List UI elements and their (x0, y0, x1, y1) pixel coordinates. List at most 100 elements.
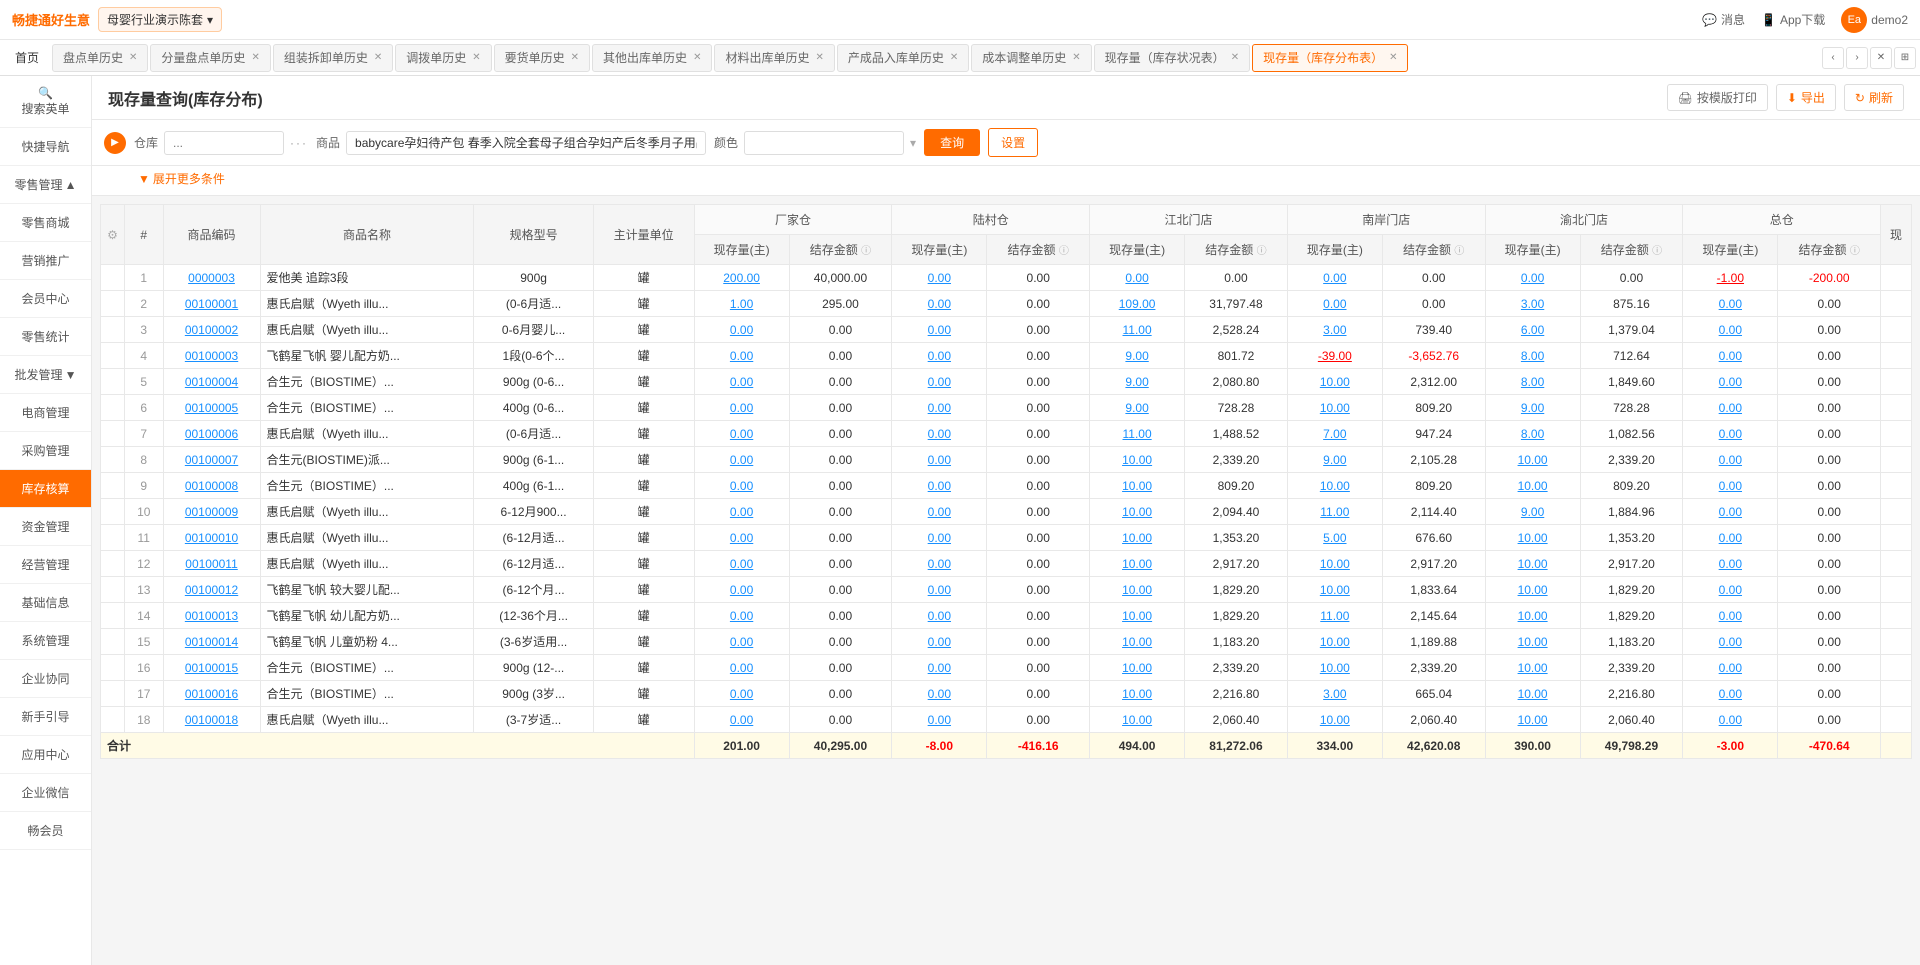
td-yb-qty[interactable]: 10.00 (1485, 447, 1580, 473)
td-na-qty[interactable]: 10.00 (1287, 655, 1382, 681)
td-total-qty[interactable]: 0.00 (1683, 603, 1778, 629)
sidebar-item-operations[interactable]: 经营管理 (0, 546, 91, 584)
message-btn[interactable]: 💬 消息 (1702, 11, 1745, 28)
td-total-qty[interactable]: -1.00 (1683, 265, 1778, 291)
td-yb-qty[interactable]: 10.00 (1485, 629, 1580, 655)
td-lc-qty[interactable]: 0.00 (892, 473, 987, 499)
td-lc-qty[interactable]: 0.00 (892, 525, 987, 551)
export-btn[interactable]: ⬇ 导出 (1776, 84, 1836, 111)
td-jb-qty[interactable]: 10.00 (1090, 603, 1185, 629)
sidebar-item-app[interactable]: 应用中心 (0, 736, 91, 774)
td-na-qty[interactable]: 10.00 (1287, 707, 1382, 733)
td-lc-qty[interactable]: 0.00 (892, 499, 987, 525)
close-icon[interactable]: ✕ (815, 52, 823, 63)
th-settings[interactable]: ⚙ (101, 205, 125, 265)
tab-cost-adjust[interactable]: 成本调整单历史 ✕ (971, 44, 1091, 72)
tab-close-all-btn[interactable]: ✕ (1870, 47, 1892, 69)
td-yb-qty[interactable]: 3.00 (1485, 291, 1580, 317)
td-jb-qty[interactable]: 10.00 (1090, 447, 1185, 473)
td-yb-qty[interactable]: 10.00 (1485, 707, 1580, 733)
td-jb-qty[interactable]: 10.00 (1090, 577, 1185, 603)
td-lc-qty[interactable]: 0.00 (892, 603, 987, 629)
td-lc-qty[interactable]: 0.00 (892, 421, 987, 447)
td-fcl-qty[interactable]: 0.00 (694, 525, 789, 551)
td-lc-qty[interactable]: 0.00 (892, 317, 987, 343)
td-na-qty[interactable]: 0.00 (1287, 265, 1382, 291)
td-lc-qty[interactable]: 0.00 (892, 447, 987, 473)
td-yb-qty[interactable]: 9.00 (1485, 395, 1580, 421)
td-code[interactable]: 00100002 (163, 317, 260, 343)
td-jb-qty[interactable]: 10.00 (1090, 551, 1185, 577)
tab-inventory-multi[interactable]: 分量盘点单历史 ✕ (150, 44, 270, 72)
td-fcl-qty[interactable]: 0.00 (694, 343, 789, 369)
td-code[interactable]: 0000003 (163, 265, 260, 291)
sidebar-item-enterprise[interactable]: 企业协同 (0, 660, 91, 698)
td-jb-qty[interactable]: 0.00 (1090, 265, 1185, 291)
td-lc-qty[interactable]: 0.00 (892, 265, 987, 291)
tab-other-out[interactable]: 其他出库单历史 ✕ (592, 44, 712, 72)
tab-stock-dist[interactable]: 现存量（库存分布表） ✕ (1252, 44, 1408, 72)
td-total-qty[interactable]: 0.00 (1683, 317, 1778, 343)
td-lc-qty[interactable]: 0.00 (892, 629, 987, 655)
td-yb-qty[interactable]: 10.00 (1485, 577, 1580, 603)
td-na-qty[interactable]: 10.00 (1287, 551, 1382, 577)
td-lc-qty[interactable]: 0.00 (892, 395, 987, 421)
td-jb-qty[interactable]: 11.00 (1090, 317, 1185, 343)
td-code[interactable]: 00100016 (163, 681, 260, 707)
color-input[interactable] (744, 131, 904, 155)
td-yb-qty[interactable]: 8.00 (1485, 343, 1580, 369)
td-na-qty[interactable]: 11.00 (1287, 499, 1382, 525)
td-code[interactable]: 00100013 (163, 603, 260, 629)
td-code[interactable]: 00100003 (163, 343, 260, 369)
sidebar-item-retail[interactable]: 零售管理 ▲ (0, 166, 91, 204)
td-total-qty[interactable]: 0.00 (1683, 447, 1778, 473)
td-na-qty[interactable]: 11.00 (1287, 603, 1382, 629)
td-fcl-qty[interactable]: 0.00 (694, 473, 789, 499)
td-lc-qty[interactable]: 0.00 (892, 551, 987, 577)
td-na-qty[interactable]: 3.00 (1287, 681, 1382, 707)
td-code[interactable]: 00100015 (163, 655, 260, 681)
td-fcl-qty[interactable]: 0.00 (694, 447, 789, 473)
tab-requisition[interactable]: 要货单历史 ✕ (494, 44, 590, 72)
td-yb-qty[interactable]: 10.00 (1485, 473, 1580, 499)
td-jb-qty[interactable]: 11.00 (1090, 421, 1185, 447)
td-total-qty[interactable]: 0.00 (1683, 473, 1778, 499)
td-lc-qty[interactable]: 0.00 (892, 681, 987, 707)
td-jb-qty[interactable]: 10.00 (1090, 525, 1185, 551)
td-fcl-qty[interactable]: 0.00 (694, 395, 789, 421)
td-fcl-qty[interactable]: 0.00 (694, 499, 789, 525)
tab-transfer[interactable]: 调拨单历史 ✕ (395, 44, 491, 72)
td-jb-qty[interactable]: 10.00 (1090, 473, 1185, 499)
td-yb-qty[interactable]: 8.00 (1485, 369, 1580, 395)
td-fcl-qty[interactable]: 0.00 (694, 629, 789, 655)
td-code[interactable]: 00100004 (163, 369, 260, 395)
td-lc-qty[interactable]: 0.00 (892, 291, 987, 317)
refresh-btn[interactable]: ↻ 刷新 (1844, 84, 1904, 111)
td-fcl-qty[interactable]: 0.00 (694, 655, 789, 681)
table-container[interactable]: ⚙ # 商品编码 商品名称 规格型号 主计量单位 厂家仓 陆村仓 江北门店 南岸… (92, 196, 1920, 965)
sidebar-item-wechat[interactable]: 企业微信 (0, 774, 91, 812)
td-total-qty[interactable]: 0.00 (1683, 421, 1778, 447)
td-fcl-qty[interactable]: 0.00 (694, 421, 789, 447)
expand-more-btn[interactable]: ▼ 展开更多条件 (138, 170, 1908, 187)
td-fcl-qty[interactable]: 0.00 (694, 681, 789, 707)
close-icon[interactable]: ✕ (1231, 52, 1239, 63)
td-total-qty[interactable]: 0.00 (1683, 655, 1778, 681)
td-yb-qty[interactable]: 10.00 (1485, 525, 1580, 551)
td-na-qty[interactable]: 10.00 (1287, 473, 1382, 499)
td-yb-qty[interactable]: 9.00 (1485, 499, 1580, 525)
sidebar-item-system[interactable]: 系统管理 (0, 622, 91, 660)
user-area[interactable]: Ea demo2 (1841, 7, 1908, 33)
td-jb-qty[interactable]: 109.00 (1090, 291, 1185, 317)
td-fcl-qty[interactable]: 0.00 (694, 551, 789, 577)
td-jb-qty[interactable]: 10.00 (1090, 629, 1185, 655)
td-code[interactable]: 00100018 (163, 707, 260, 733)
td-lc-qty[interactable]: 0.00 (892, 343, 987, 369)
td-total-qty[interactable]: 0.00 (1683, 551, 1778, 577)
td-na-qty[interactable]: 9.00 (1287, 447, 1382, 473)
td-lc-qty[interactable]: 0.00 (892, 577, 987, 603)
td-jb-qty[interactable]: 10.00 (1090, 499, 1185, 525)
td-jb-qty[interactable]: 10.00 (1090, 655, 1185, 681)
goods-input[interactable] (346, 131, 706, 155)
expand-arrow[interactable]: ▶ (104, 132, 126, 154)
